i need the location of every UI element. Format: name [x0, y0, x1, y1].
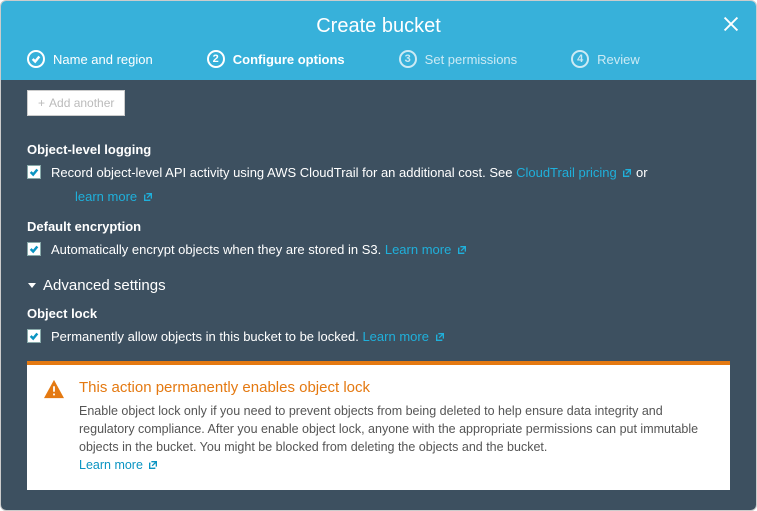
external-link-icon: [435, 328, 445, 348]
close-button[interactable]: [720, 13, 742, 40]
encryption-checkbox[interactable]: [27, 242, 41, 256]
encryption-learn-more-link[interactable]: Learn more: [385, 242, 467, 257]
encryption-row: Automatically encrypt objects when they …: [27, 240, 730, 261]
encryption-text-wrap: Automatically encrypt objects when they …: [51, 240, 467, 261]
external-link-icon: [143, 188, 153, 208]
add-another-button[interactable]: + Add another: [27, 90, 125, 116]
warning-body: Enable object lock only if you need to p…: [79, 404, 698, 454]
step-number: 2: [207, 50, 225, 68]
object-lock-text: Permanently allow objects in this bucket…: [51, 329, 362, 344]
advanced-settings-toggle[interactable]: Advanced settings: [27, 277, 730, 294]
modal-title: Create bucket: [1, 11, 756, 50]
modal-body: + Add another Object-level logging Recor…: [1, 80, 756, 510]
object-lock-row: Permanently allow objects in this bucket…: [27, 327, 730, 348]
external-link-icon: [622, 164, 632, 184]
check-icon: [27, 50, 45, 68]
encryption-text: Automatically encrypt objects when they …: [51, 242, 385, 257]
step-name-region[interactable]: Name and region: [27, 50, 153, 68]
plus-icon: +: [38, 96, 45, 110]
warning-body-wrap: Enable object lock only if you need to p…: [79, 402, 714, 476]
cloudtrail-pricing-link[interactable]: CloudTrail pricing: [516, 165, 636, 180]
step-label: Name and region: [53, 52, 153, 67]
object-lock-learn-more-link[interactable]: Learn more: [362, 329, 444, 344]
object-lock-warning: This action permanently enables object l…: [27, 361, 730, 490]
logging-row: Record object-level API activity using A…: [27, 163, 730, 207]
learn-more-link[interactable]: learn more: [75, 187, 153, 208]
or-text: or: [636, 165, 648, 180]
warning-title: This action permanently enables object l…: [79, 379, 714, 396]
add-another-label: Add another: [49, 96, 114, 110]
object-lock-title: Object lock: [27, 306, 730, 321]
warning-icon: [43, 379, 65, 476]
object-level-logging-title: Object-level logging: [27, 142, 730, 157]
advanced-settings-title: Advanced settings: [43, 277, 166, 294]
object-lock-text-wrap: Permanently allow objects in this bucket…: [51, 327, 445, 348]
step-configure-options[interactable]: 2 Configure options: [207, 50, 345, 68]
warning-learn-more-link[interactable]: Learn more: [79, 458, 158, 472]
logging-checkbox[interactable]: [27, 165, 41, 179]
caret-down-icon: [27, 278, 37, 293]
step-set-permissions[interactable]: 3 Set permissions: [399, 50, 517, 68]
create-bucket-modal: Create bucket Name and region 2 Configur…: [0, 0, 757, 511]
external-link-icon: [457, 241, 467, 261]
object-lock-checkbox[interactable]: [27, 329, 41, 343]
default-encryption-title: Default encryption: [27, 219, 730, 234]
logging-text: Record object-level API activity using A…: [51, 165, 516, 180]
step-number: 4: [571, 50, 589, 68]
modal-header: Create bucket Name and region 2 Configur…: [1, 1, 756, 80]
step-label: Review: [597, 52, 640, 67]
wizard-steps: Name and region 2 Configure options 3 Se…: [1, 50, 756, 80]
step-number: 3: [399, 50, 417, 68]
logging-text-wrap: Record object-level API activity using A…: [51, 163, 648, 207]
step-label: Configure options: [233, 52, 345, 67]
step-review[interactable]: 4 Review: [571, 50, 640, 68]
external-link-icon: [148, 457, 158, 475]
warning-content: This action permanently enables object l…: [79, 379, 714, 476]
close-icon: [720, 13, 742, 35]
step-label: Set permissions: [425, 52, 517, 67]
